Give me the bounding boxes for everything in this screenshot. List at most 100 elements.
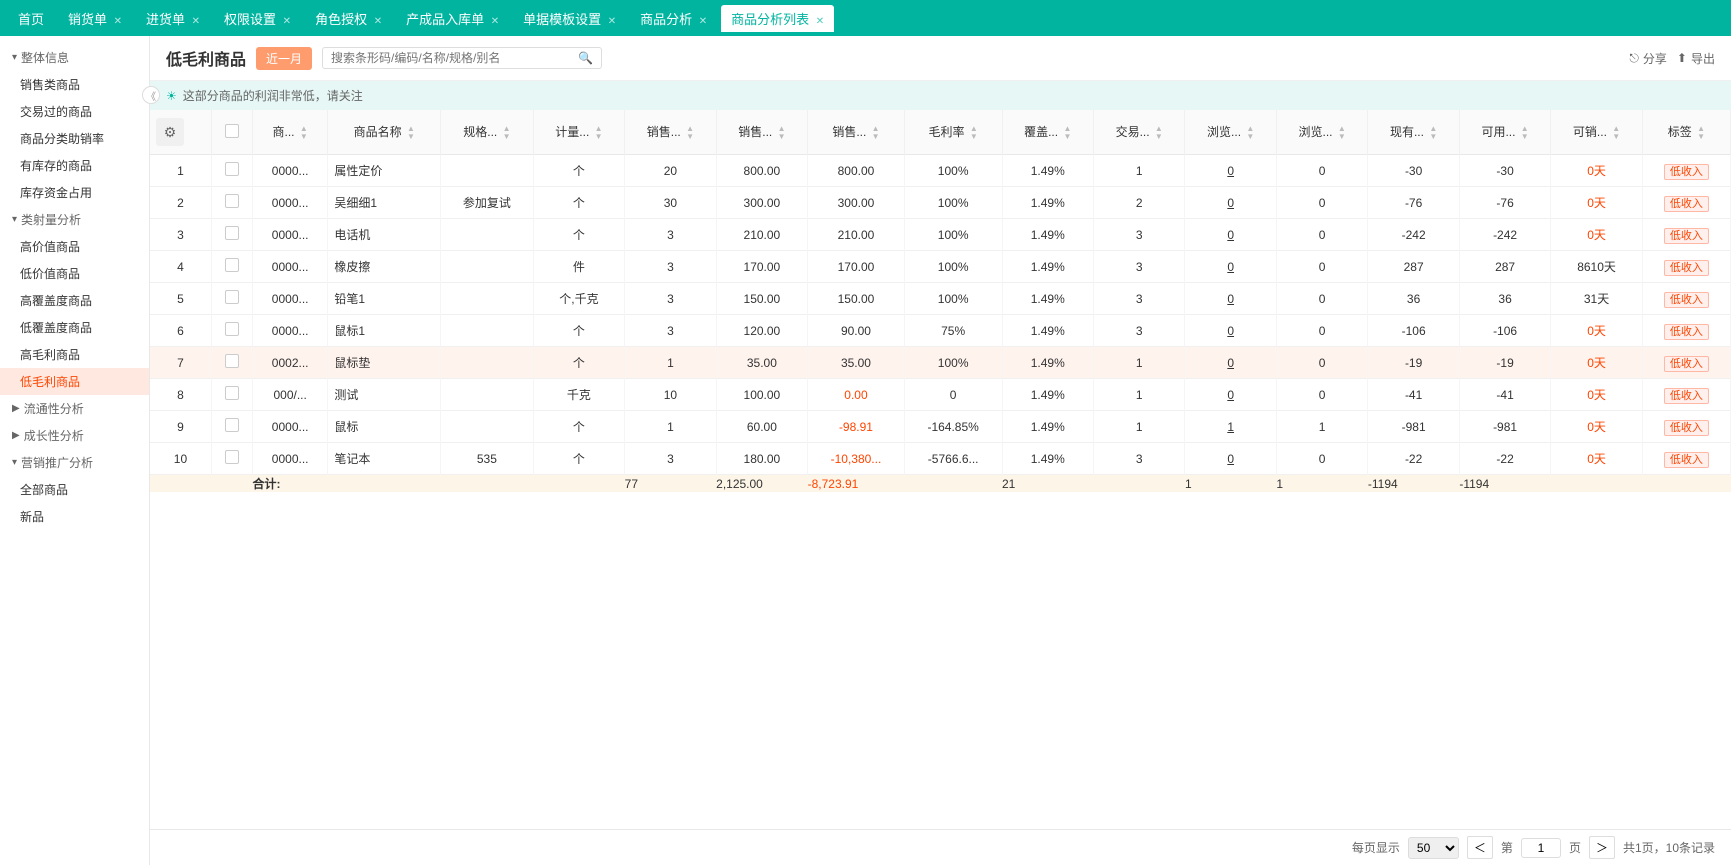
col-trade-header[interactable]: 交易... ▲▼: [1093, 110, 1184, 155]
share-button[interactable]: ⎋ 分享: [1629, 50, 1667, 67]
sidebar-item-all-goods[interactable]: 全部商品: [0, 476, 149, 503]
col-tag-header[interactable]: 标签 ▲▼: [1642, 110, 1730, 155]
row-browse1-0[interactable]: 0: [1185, 155, 1276, 187]
sidebar-item-sales-goods[interactable]: 销售类商品: [0, 71, 149, 98]
nav-roles-close[interactable]: ✕: [374, 16, 382, 27]
sidebar-collapse-btn[interactable]: 《: [142, 86, 160, 104]
nav-purchase[interactable]: 进货单 ✕: [136, 5, 210, 32]
col-settings[interactable]: ⚙: [150, 110, 211, 155]
row-check-8[interactable]: [211, 411, 252, 443]
select-all-checkbox[interactable]: [225, 124, 239, 138]
search-icon[interactable]: 🔍: [578, 51, 593, 65]
row-browse1-6[interactable]: 0: [1185, 347, 1276, 379]
row-check-9[interactable]: [211, 443, 252, 475]
sidebar-group-growth[interactable]: ▶ 成长性分析: [0, 422, 149, 449]
nav-template[interactable]: 单据模板设置 ✕: [513, 5, 626, 32]
sidebar-group-value[interactable]: ▾ 类射量分析: [0, 206, 149, 233]
page-size-select[interactable]: 50 100: [1408, 837, 1459, 859]
col-avail-header[interactable]: 可用... ▲▼: [1459, 110, 1550, 155]
row-coverage-4: 3: [1093, 283, 1184, 315]
row-name-4[interactable]: 铅笔1: [328, 283, 441, 315]
nav-analysis-list-close[interactable]: ✕: [816, 16, 824, 27]
nav-template-close[interactable]: ✕: [608, 16, 616, 27]
nav-analysis-close[interactable]: ✕: [699, 16, 707, 27]
row-name-8[interactable]: 鼠标: [328, 411, 441, 443]
sidebar-group-flow[interactable]: ▶ 流通性分析: [0, 395, 149, 422]
nav-product-close[interactable]: ✕: [491, 16, 499, 27]
export-button[interactable]: ⬆ 导出: [1677, 50, 1715, 67]
nav-permissions-close[interactable]: ✕: [283, 16, 291, 27]
sidebar-item-low-margin[interactable]: 低毛利商品: [0, 368, 149, 395]
col-margin-header[interactable]: 毛利率 ▲▼: [904, 110, 1002, 155]
row-browse1-7[interactable]: 0: [1185, 379, 1276, 411]
row-name-9[interactable]: 笔记本: [328, 443, 441, 475]
sidebar-item-traded-goods[interactable]: 交易过的商品: [0, 98, 149, 125]
sidebar-item-capital[interactable]: 库存资金占用: [0, 179, 149, 206]
row-code-1: 0000...: [252, 187, 327, 219]
col-sellable-header[interactable]: 可销... ▲▼: [1551, 110, 1642, 155]
sort-tag-icon: ▲▼: [1697, 125, 1705, 141]
row-name-1[interactable]: 吴细细1: [328, 187, 441, 219]
sidebar-item-category-assist[interactable]: 商品分类助销率: [0, 125, 149, 152]
sidebar-item-high-coverage[interactable]: 高覆盖度商品: [0, 287, 149, 314]
nav-sales[interactable]: 销货单 ✕: [58, 5, 132, 32]
row-check-7[interactable]: [211, 379, 252, 411]
sidebar-item-high-value[interactable]: 高价值商品: [0, 233, 149, 260]
row-name-6[interactable]: 鼠标垫: [328, 347, 441, 379]
row-name-5[interactable]: 鼠标1: [328, 315, 441, 347]
nav-sales-close[interactable]: ✕: [114, 16, 122, 27]
sort-sellable-icon: ▲▼: [1612, 125, 1620, 141]
nav-product-analysis[interactable]: 商品分析 ✕: [630, 5, 717, 32]
row-browse1-1[interactable]: 0: [1185, 187, 1276, 219]
nav-roles[interactable]: 角色授权 ✕: [305, 5, 392, 32]
sidebar-item-stocked[interactable]: 有库存的商品: [0, 152, 149, 179]
nav-permissions[interactable]: 权限设置 ✕: [214, 5, 301, 32]
next-page-button[interactable]: ＞: [1589, 836, 1615, 859]
col-spec-header[interactable]: 规格... ▲▼: [441, 110, 534, 155]
col-stock-header[interactable]: 现有... ▲▼: [1368, 110, 1459, 155]
filter-button[interactable]: 近一月: [256, 47, 312, 70]
settings-icon[interactable]: ⚙: [156, 118, 184, 146]
row-browse1-5[interactable]: 0: [1185, 315, 1276, 347]
col-unit-header[interactable]: 计量... ▲▼: [533, 110, 624, 155]
col-sales-header[interactable]: 销售... ▲▼: [808, 110, 905, 155]
sidebar-item-low-coverage[interactable]: 低覆盖度商品: [0, 314, 149, 341]
page-number-input[interactable]: [1521, 838, 1561, 858]
col-qty-header[interactable]: 销售... ▲▼: [625, 110, 716, 155]
nav-product-analysis-list[interactable]: 商品分析列表 ✕: [721, 5, 834, 32]
row-check-5[interactable]: [211, 315, 252, 347]
row-check-0[interactable]: [211, 155, 252, 187]
row-browse1-3[interactable]: 0: [1185, 251, 1276, 283]
col-browse2-header[interactable]: 浏览... ▲▼: [1276, 110, 1367, 155]
row-check-3[interactable]: [211, 251, 252, 283]
row-browse1-4[interactable]: 0: [1185, 283, 1276, 315]
col-price-header[interactable]: 销售... ▲▼: [716, 110, 807, 155]
row-browse1-9[interactable]: 0: [1185, 443, 1276, 475]
col-code-header[interactable]: 商... ▲▼: [252, 110, 327, 155]
row-code-0: 0000...: [252, 155, 327, 187]
col-browse1-header[interactable]: 浏览... ▲▼: [1185, 110, 1276, 155]
row-check-2[interactable]: [211, 219, 252, 251]
sidebar-group-overall[interactable]: ▾ 整体信息: [0, 44, 149, 71]
row-name-2[interactable]: 电话机: [328, 219, 441, 251]
row-check-1[interactable]: [211, 187, 252, 219]
row-name-7[interactable]: 测试: [328, 379, 441, 411]
nav-product-inbound[interactable]: 产成品入库单 ✕: [396, 5, 509, 32]
sidebar-group-marketing[interactable]: ▾ 营销推广分析: [0, 449, 149, 476]
sidebar-item-low-value[interactable]: 低价值商品: [0, 260, 149, 287]
col-coverage-header[interactable]: 覆盖... ▲▼: [1002, 110, 1093, 155]
row-check-6[interactable]: [211, 347, 252, 379]
col-name-header[interactable]: 商品名称 ▲▼: [328, 110, 441, 155]
sidebar-item-high-margin[interactable]: 高毛利商品: [0, 341, 149, 368]
nav-home[interactable]: 首页: [8, 5, 54, 32]
search-input[interactable]: [331, 51, 578, 65]
table-container[interactable]: ⚙ 商... ▲▼ 商品名称 ▲▼ 规格... ▲▼: [150, 110, 1731, 829]
row-name-3[interactable]: 橡皮擦: [328, 251, 441, 283]
row-check-4[interactable]: [211, 283, 252, 315]
sidebar-item-new-goods[interactable]: 新品: [0, 503, 149, 530]
row-browse1-8[interactable]: 1: [1185, 411, 1276, 443]
row-browse1-2[interactable]: 0: [1185, 219, 1276, 251]
prev-page-button[interactable]: ＜: [1467, 836, 1493, 859]
nav-purchase-close[interactable]: ✕: [192, 16, 200, 27]
row-name-0[interactable]: 属性定价: [328, 155, 441, 187]
